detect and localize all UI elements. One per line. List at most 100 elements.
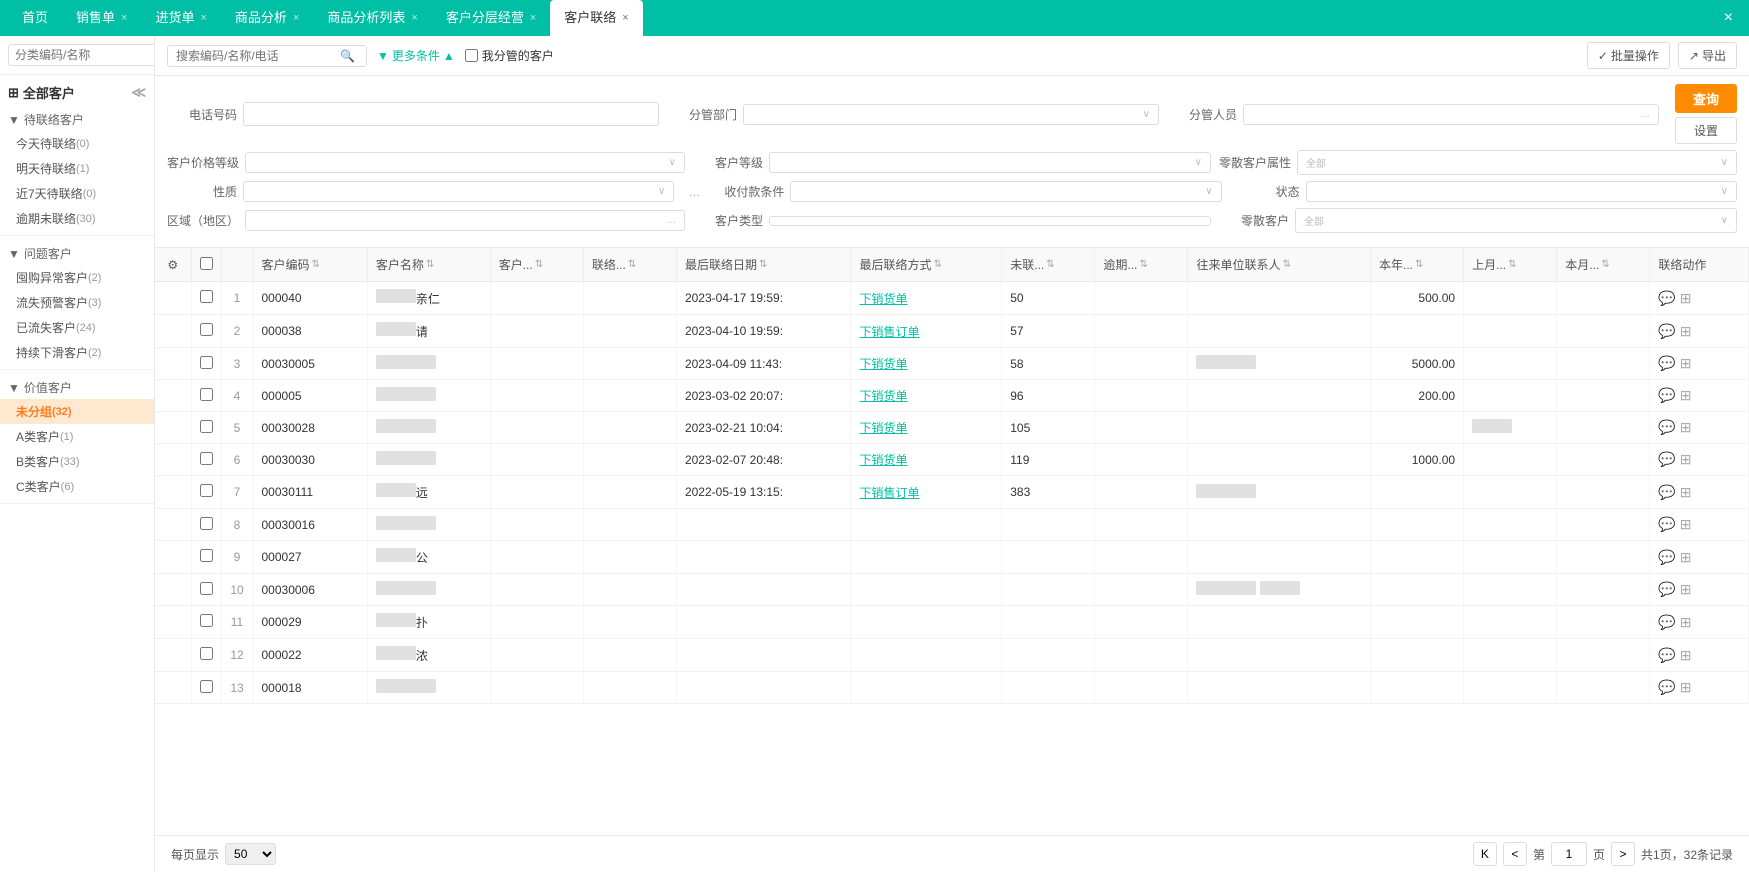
nav-tab-商品分析[interactable]: 商品分析× [221,0,313,36]
sidebar-item-明天待联络[interactable]: 明天待联络(1) [0,156,154,181]
grid-action-icon[interactable]: ⊞ [1680,484,1692,501]
row-check[interactable] [191,574,221,606]
nav-tab-客户分层经营[interactable]: 客户分层经营× [432,0,550,36]
chat-action-icon[interactable]: 💬 [1658,647,1675,664]
select-all-checkbox[interactable] [200,257,213,270]
customer-level-select[interactable]: ∨ [769,152,1211,173]
row-settings[interactable] [155,606,191,639]
row-last-method[interactable]: 下销货单 [851,444,1002,476]
grid-action-icon[interactable]: ⊞ [1680,679,1692,696]
phone-input[interactable] [243,102,659,126]
grid-action-icon[interactable]: ⊞ [1680,387,1692,404]
sidebar-item-已流失客户[interactable]: 已流失客户(24) [0,315,154,340]
tab-close-icon[interactable]: × [411,0,417,36]
reset-button[interactable]: 设置 [1675,117,1737,144]
last-method-link[interactable]: 下销货单 [859,421,907,435]
sidebar-group-价值客户[interactable]: ▼价值客户 [0,374,154,399]
sidebar-item-今天待联络[interactable]: 今天待联络(0) [0,131,154,156]
row-settings[interactable] [155,509,191,541]
grid-action-icon[interactable]: ⊞ [1680,290,1692,307]
sidebar-item-B类客户[interactable]: B类客户(33) [0,449,154,474]
contact-person-col-header[interactable]: 往来单位联系人⇅ [1188,248,1371,282]
last-method-link[interactable]: 下销售订单 [859,486,919,500]
check-col-header[interactable] [191,248,221,282]
row-settings[interactable] [155,348,191,380]
row-last-method[interactable]: 下销售订单 [851,476,1002,509]
row-settings[interactable] [155,380,191,412]
chat-action-icon[interactable]: 💬 [1658,419,1675,436]
main-search-input[interactable] [176,49,336,63]
close-all-button[interactable]: × [1716,9,1741,27]
grid-action-icon[interactable]: ⊞ [1680,647,1692,664]
sidebar-search-input[interactable] [8,44,155,66]
overdue-col-header[interactable]: 逾期...⇅ [1095,248,1188,282]
my-customers-checkbox[interactable] [465,49,478,62]
chat-action-icon[interactable]: 💬 [1658,614,1675,631]
sidebar-group-待联络客户[interactable]: ▼待联络客户 [0,106,154,131]
chat-action-icon[interactable]: 💬 [1658,451,1675,468]
name-col-header[interactable]: 客户名称⇅ [367,248,490,282]
settings-col-header[interactable]: ⚙ [155,248,191,282]
type-col-header[interactable]: 客户...⇅ [490,248,583,282]
payment-select[interactable]: ∨ [790,181,1221,202]
export-button[interactable]: ↗ 导出 [1678,42,1737,69]
last-method-link[interactable]: 下销货单 [859,389,907,403]
row-settings[interactable] [155,476,191,509]
contact-col-header[interactable]: 联络...⇅ [583,248,676,282]
batch-operations-button[interactable]: ✓ 批量操作 [1587,42,1670,69]
sidebar-item-C类客户[interactable]: C类客户(6) [0,474,154,499]
more-filter-button[interactable]: ▼ 更多条件 ▲ [377,47,455,64]
chat-action-icon[interactable]: 💬 [1658,290,1675,307]
sidebar-item-持续下滑客户[interactable]: 持续下滑客户(2) [0,340,154,365]
all-customers-header[interactable]: ⊞ 全部客户 ≪ [0,75,154,106]
row-check[interactable] [191,412,221,444]
row-check[interactable] [191,444,221,476]
nav-tab-首页[interactable]: 首页 [8,0,62,36]
row-settings[interactable] [155,672,191,704]
row-check[interactable] [191,639,221,672]
tab-close-icon[interactable]: × [622,0,628,36]
grid-action-icon[interactable]: ⊞ [1680,614,1692,631]
row-settings[interactable] [155,444,191,476]
nav-tab-销售单[interactable]: 销售单× [62,0,141,36]
last-method-link[interactable]: 下销售订单 [859,325,919,339]
grid-action-icon[interactable]: ⊞ [1680,323,1692,340]
this-month-col-header[interactable]: 本月...⇅ [1557,248,1650,282]
row-check[interactable] [191,476,221,509]
dept-select[interactable]: ∨ [743,104,1159,125]
retail-attr-select[interactable]: 全部∨ [1297,150,1737,175]
last-date-col-header[interactable]: 最后联络日期⇅ [676,248,851,282]
chat-action-icon[interactable]: 💬 [1658,581,1675,598]
grid-action-icon[interactable]: ⊞ [1680,549,1692,566]
sidebar-item-流失预警客户[interactable]: 流失预警客户(3) [0,290,154,315]
row-check[interactable] [191,348,221,380]
grid-action-icon[interactable]: ⊞ [1680,516,1692,533]
row-check[interactable] [191,380,221,412]
first-page-button[interactable]: K [1473,842,1497,866]
row-check[interactable] [191,672,221,704]
sidebar-group-问题客户[interactable]: ▼问题客户 [0,240,154,265]
this-year-col-header[interactable]: 本年...⇅ [1370,248,1463,282]
last-month-col-header[interactable]: 上月...⇅ [1464,248,1557,282]
row-last-method[interactable]: 下销货单 [851,380,1002,412]
nav-tab-进货单[interactable]: 进货单× [141,0,220,36]
row-settings[interactable] [155,315,191,348]
nav-tab-商品分析列表[interactable]: 商品分析列表× [313,0,431,36]
last-method-col-header[interactable]: 最后联络方式⇅ [851,248,1002,282]
page-input[interactable] [1551,842,1587,866]
row-check[interactable] [191,509,221,541]
grid-action-icon[interactable]: ⊞ [1680,355,1692,372]
row-check[interactable] [191,282,221,315]
row-last-method[interactable]: 下销售订单 [851,315,1002,348]
row-settings[interactable] [155,282,191,315]
row-check[interactable] [191,315,221,348]
tab-close-icon[interactable]: × [200,0,206,36]
row-last-method[interactable]: 下销货单 [851,348,1002,380]
tab-close-icon[interactable]: × [293,0,299,36]
code-col-header[interactable]: 客户编码⇅ [253,248,367,282]
chat-action-icon[interactable]: 💬 [1658,516,1675,533]
area-select[interactable]: … [245,210,685,231]
last-method-link[interactable]: 下销货单 [859,292,907,306]
row-settings[interactable] [155,639,191,672]
nature-select[interactable]: ∨ [243,181,674,202]
